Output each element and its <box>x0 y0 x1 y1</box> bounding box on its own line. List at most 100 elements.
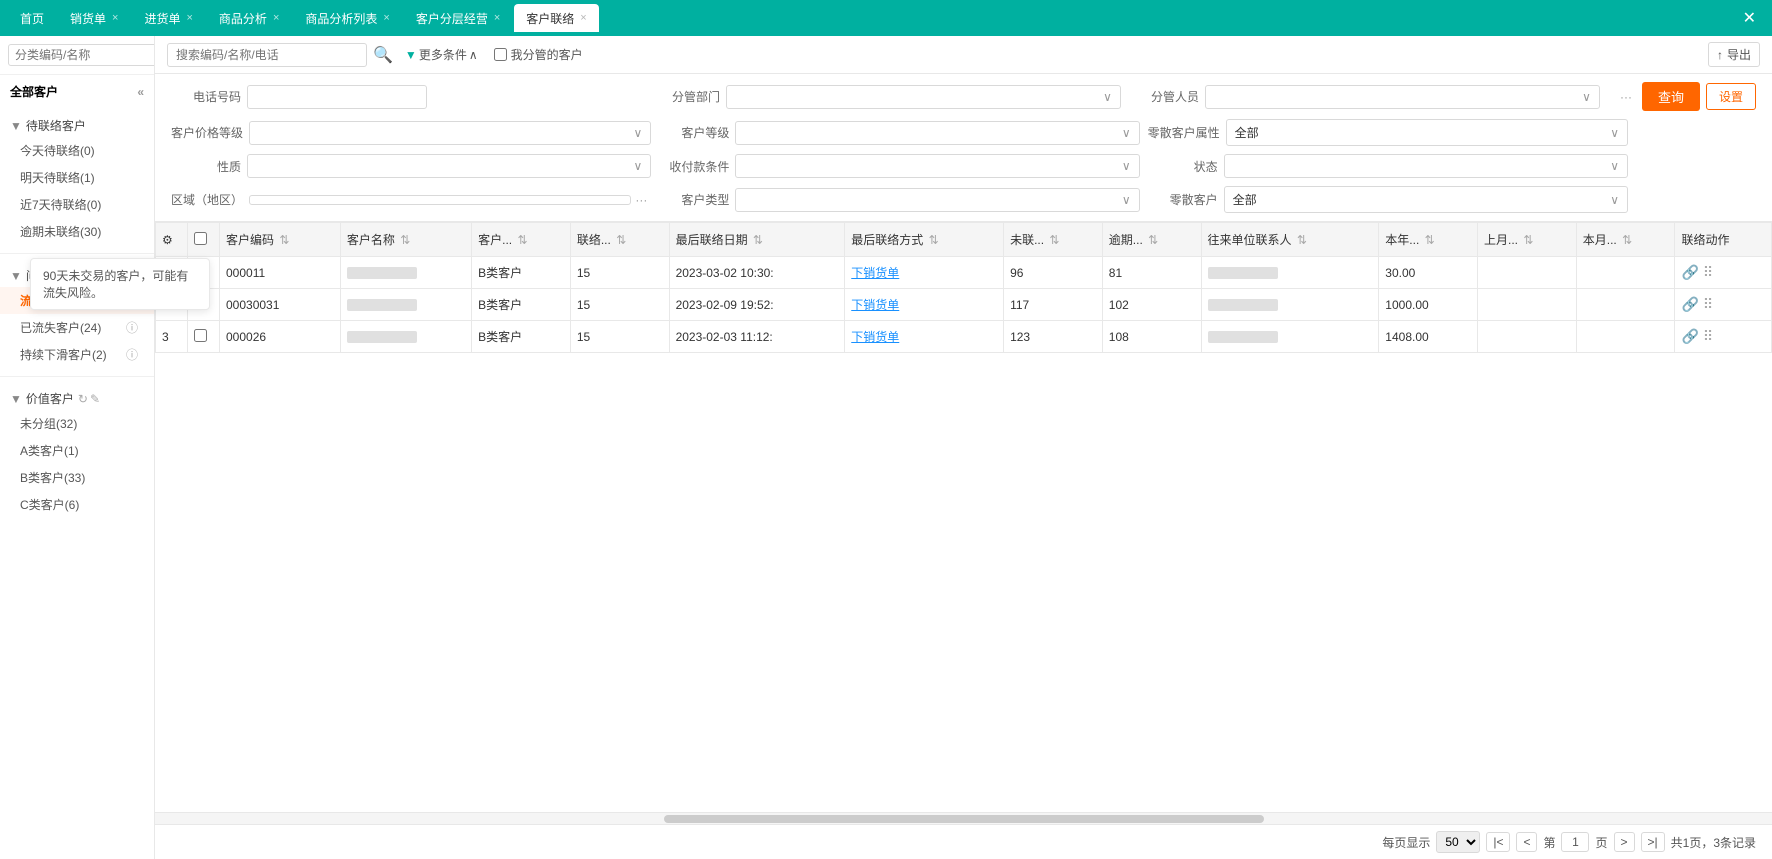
cell-checkbox[interactable] <box>188 321 220 353</box>
cell-overdue: 108 <box>1102 321 1201 353</box>
sidebar-group-value: ▼ 价值客户 ↻ ✎ 未分组(32) A类客户(1) B类客户(33) C类客户… <box>0 381 154 522</box>
tab-product-list[interactable]: 商品分析列表 × <box>293 4 401 32</box>
sidebar-item-overdue[interactable]: 逾期未联络(30) <box>0 218 154 245</box>
horizontal-scrollbar[interactable] <box>155 812 1772 824</box>
cell-last-method[interactable]: 下销货单 <box>845 257 1004 289</box>
cell-last-method[interactable]: 下销货单 <box>845 289 1004 321</box>
last-page-button[interactable]: >| <box>1641 832 1665 852</box>
action-link-icon[interactable]: 🔗 <box>1681 328 1698 345</box>
cell-actions: 🔗 ⠿ <box>1675 321 1772 353</box>
action-menu-icon[interactable]: ⠿ <box>1703 328 1713 345</box>
th-contact[interactable]: 联络... ⇅ <box>570 223 669 257</box>
th-last-date[interactable]: 最后联络日期 ⇅ <box>669 223 845 257</box>
tab-product-analysis[interactable]: 商品分析 × <box>207 4 291 32</box>
th-code[interactable]: 客户编码 ⇅ <box>220 223 341 257</box>
tab-home[interactable]: 首页 <box>8 4 56 32</box>
sort-last-month-icon: ⇅ <box>1523 233 1533 247</box>
sidebar-item-tomorrow[interactable]: 明天待联络(1) <box>0 164 154 191</box>
region-dots[interactable]: ··· <box>631 193 651 207</box>
sidebar-item-class-b[interactable]: B类客户(33) <box>0 464 154 491</box>
filter-payment-select[interactable]: ∨ <box>735 154 1139 178</box>
close-tab-customer-segment[interactable]: × <box>494 12 500 24</box>
cell-last-date: 2023-02-03 11:12: <box>669 321 845 353</box>
action-menu-icon[interactable]: ⠿ <box>1703 296 1713 313</box>
sidebar-all-customers[interactable]: 全部客户 « <box>0 75 154 108</box>
first-page-button[interactable]: |< <box>1486 832 1510 852</box>
action-menu-icon[interactable]: ⠿ <box>1703 264 1713 281</box>
th-checkbox[interactable] <box>188 223 220 257</box>
th-contact-person[interactable]: 往来单位联系人 ⇅ <box>1201 223 1379 257</box>
sort-overdue-icon: ⇅ <box>1148 233 1158 247</box>
scroll-thumb[interactable] <box>664 815 1264 823</box>
tab-customer-contact[interactable]: 客户联络 × <box>514 4 598 32</box>
sidebar-item-declining[interactable]: 持续下滑客户(2) ⓘ <box>0 341 154 368</box>
th-this-year[interactable]: 本年... ⇅ <box>1379 223 1478 257</box>
table-row: 3 000026 B类客户 15 2023-02-03 11:12: 下销货单 … <box>156 321 1772 353</box>
sidebar-item-churned[interactable]: 已流失客户(24) ⓘ <box>0 314 154 341</box>
filter-customer-type-select[interactable]: ∨ <box>735 188 1139 212</box>
filter-price-level-select[interactable]: ∨ <box>249 121 651 145</box>
toolbar-search-icon[interactable]: 🔍 <box>373 45 393 65</box>
sidebar-item-7days[interactable]: 近7天待联络(0) <box>0 191 154 218</box>
th-last-month[interactable]: 上月... ⇅ <box>1478 223 1577 257</box>
sort-this-year-icon: ⇅ <box>1425 233 1435 247</box>
value-edit-icon[interactable]: ✎ <box>90 392 100 406</box>
tab-bar: 首页 销货单 × 进货单 × 商品分析 × 商品分析列表 × 客户分层经营 × … <box>0 0 1772 36</box>
select-all-checkbox[interactable] <box>194 232 207 245</box>
sidebar-item-today[interactable]: 今天待联络(0) <box>0 137 154 164</box>
filter-phone-input[interactable] <box>247 85 427 109</box>
filter-nature-select[interactable]: ∨ <box>247 154 651 178</box>
filter-row-2: 客户价格等级 ∨ 客户等级 ∨ 零散客户属性 全部 <box>171 119 1756 146</box>
per-page-label: 每页显示 <box>1382 834 1430 851</box>
cell-last-method[interactable]: 下销货单 <box>845 321 1004 353</box>
filter-manager-select[interactable]: ∨ <box>1205 85 1600 109</box>
filter-level-select[interactable]: ∨ <box>735 121 1139 145</box>
filter-more-dots[interactable]: ··· <box>1616 90 1636 104</box>
close-tab-product-list[interactable]: × <box>383 12 389 24</box>
export-button[interactable]: ↑ 导出 <box>1708 42 1760 67</box>
my-customers-checkbox[interactable] <box>494 48 507 61</box>
query-button[interactable]: 查询 <box>1642 82 1700 111</box>
toolbar-filter[interactable]: ▼ 更多条件 ∧ <box>405 46 478 63</box>
prev-page-button[interactable]: < <box>1516 832 1537 852</box>
settings-button[interactable]: 设置 <box>1706 83 1756 110</box>
sidebar-item-ungrouped[interactable]: 未分组(32) <box>0 410 154 437</box>
churned-icon: ⓘ <box>126 319 138 336</box>
close-tab-purchase[interactable]: × <box>186 12 192 24</box>
th-type[interactable]: 客户... ⇅ <box>472 223 571 257</box>
close-tab-sales[interactable]: × <box>112 12 118 24</box>
th-overdue[interactable]: 逾期... ⇅ <box>1102 223 1201 257</box>
sort-name-icon: ⇅ <box>400 233 410 247</box>
value-refresh-icon[interactable]: ↻ <box>78 392 88 406</box>
th-unlinkd[interactable]: 未联... ⇅ <box>1004 223 1103 257</box>
table-row: 1 000011 B类客户 15 2023-03-02 10:30: 下销货单 … <box>156 257 1772 289</box>
sidebar-item-class-c[interactable]: C类客户(6) <box>0 491 154 518</box>
filter-zero-attr-select[interactable]: 全部 ∨ <box>1226 119 1628 146</box>
sidebar-search-input[interactable] <box>8 44 155 66</box>
action-link-icon[interactable]: 🔗 <box>1681 296 1698 313</box>
action-link-icon[interactable]: 🔗 <box>1681 264 1698 281</box>
tab-customer-segment[interactable]: 客户分层经营 × <box>404 4 512 32</box>
filter-dept-select[interactable]: ∨ <box>726 85 1121 109</box>
close-all-tabs[interactable]: ✕ <box>1735 8 1764 28</box>
filter-status: 状态 ∨ <box>1148 154 1628 178</box>
tab-purchase[interactable]: 进货单 × <box>132 4 204 32</box>
th-this-month[interactable]: 本月... ⇅ <box>1576 223 1675 257</box>
sidebar-item-class-a[interactable]: A类客户(1) <box>0 437 154 464</box>
th-name[interactable]: 客户名称 ⇅ <box>340 223 471 257</box>
next-page-button[interactable]: > <box>1614 832 1635 852</box>
filter-zero-customer-select[interactable]: 全部 ∨ <box>1224 186 1628 213</box>
tab-sales[interactable]: 销货单 × <box>58 4 130 32</box>
cell-name <box>340 321 471 353</box>
filter-status-select[interactable]: ∨ <box>1224 154 1628 178</box>
cell-actions: 🔗 ⠿ <box>1675 289 1772 321</box>
toolbar-search-input[interactable] <box>167 43 367 67</box>
filter-region-select[interactable] <box>249 195 631 205</box>
th-last-method[interactable]: 最后联络方式 ⇅ <box>845 223 1004 257</box>
value-group-label[interactable]: ▼ 价值客户 ↻ ✎ <box>0 385 154 410</box>
close-tab-customer-contact[interactable]: × <box>580 12 586 24</box>
pending-group-label[interactable]: ▼ 待联络客户 <box>0 112 154 137</box>
th-settings[interactable]: ⚙ <box>156 223 188 257</box>
close-tab-product-analysis[interactable]: × <box>273 12 279 24</box>
per-page-select[interactable]: 50 <box>1436 831 1480 853</box>
